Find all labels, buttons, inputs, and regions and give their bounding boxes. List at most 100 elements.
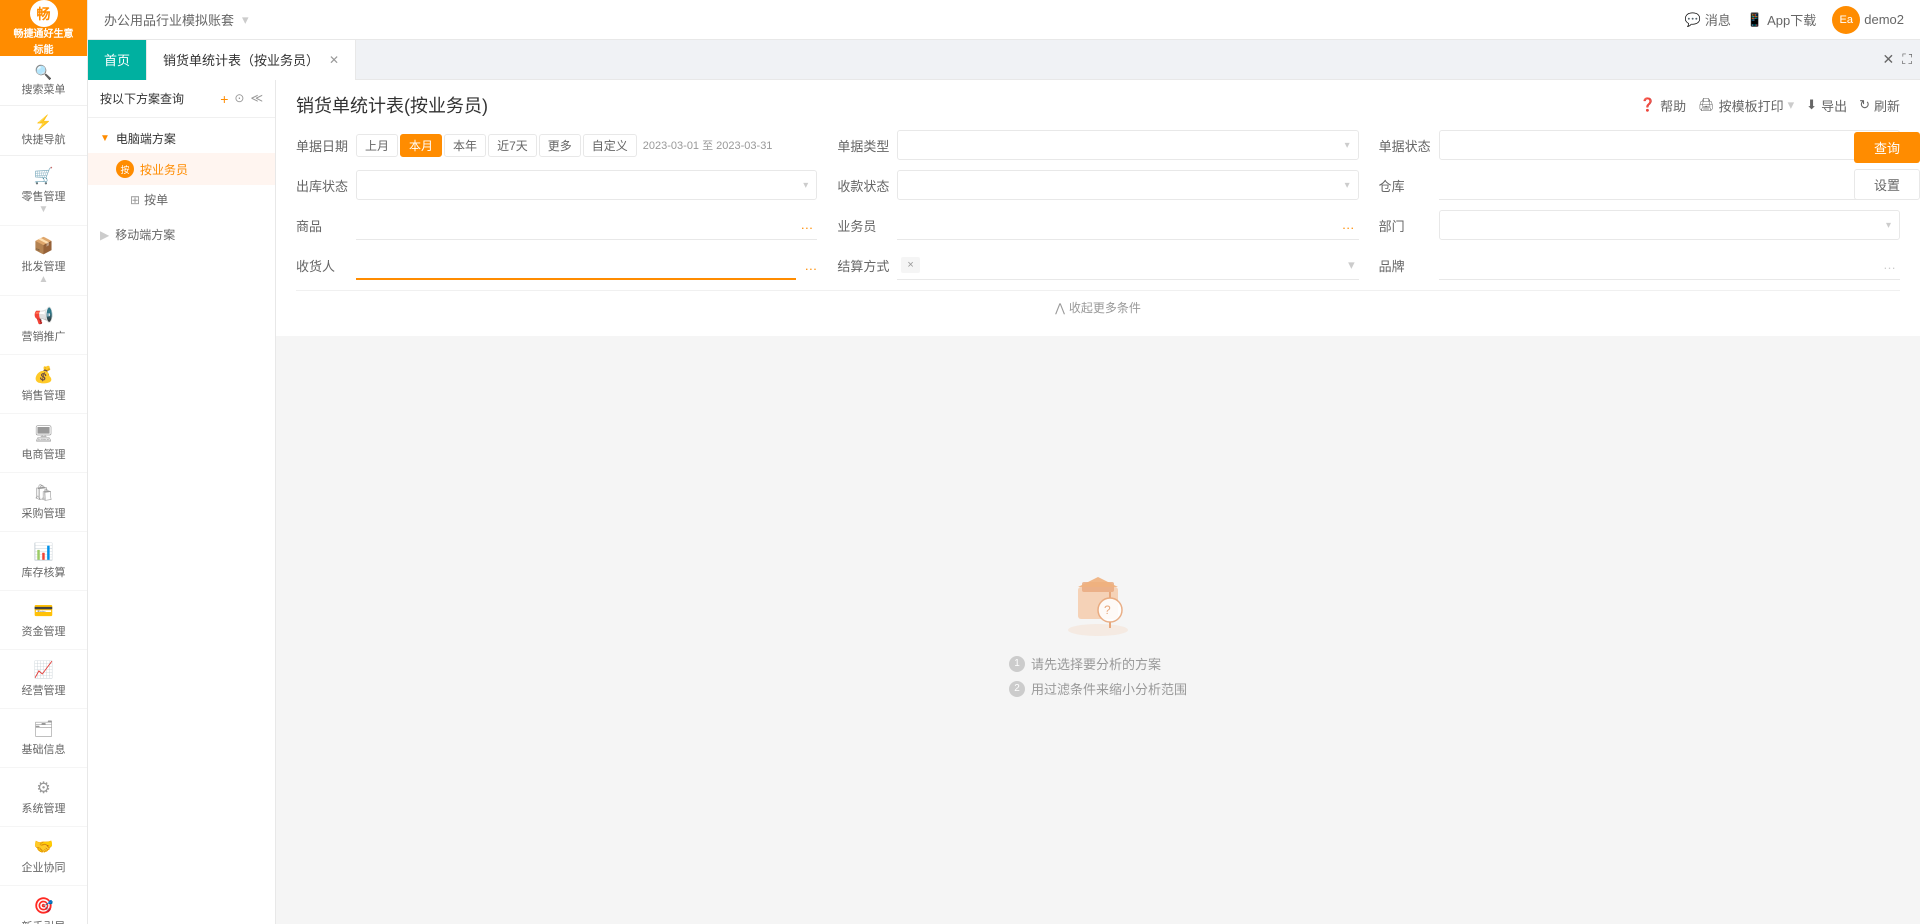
tab-bar-right: ✕ ⛶ (1882, 51, 1920, 68)
system-icon: ⚙ (36, 778, 50, 798)
sidebar-item-sales-label: 销售管理 (22, 387, 66, 403)
sidebar-item-finance[interactable]: 💳 资金管理 (0, 591, 87, 650)
collapse-panel-btn[interactable]: ≪ (250, 91, 263, 107)
desktop-group-label: 电脑端方案 (116, 130, 176, 147)
dept-label: 部门 (1379, 216, 1431, 235)
receiver-filter-cell: 收货人 … (296, 250, 817, 280)
date-this-year-btn[interactable]: 本年 (444, 134, 486, 157)
receiver-dots[interactable]: … (804, 258, 817, 273)
date-label: 单据日期 (296, 136, 348, 155)
search-menu-item[interactable]: 🔍 搜索菜单 (0, 56, 87, 106)
goods-dots: … (800, 217, 813, 232)
print-btn[interactable]: 🖨 按模板打印 ▾ (1698, 96, 1794, 115)
goods-select-area[interactable]: … (356, 210, 817, 240)
dept-select[interactable]: ▾ (1439, 210, 1900, 240)
query-action-area: 查询 设置 (1854, 80, 1920, 200)
logo-sub: 标能 (34, 41, 54, 56)
date-this-month-btn[interactable]: 本月 (400, 134, 442, 157)
sidebar-item-system[interactable]: ⚙ 系统管理 (0, 768, 87, 827)
staff-select-area[interactable]: … (897, 210, 1358, 240)
dept-chevron: ▾ (1886, 220, 1891, 231)
marketing-icon: 📢 (34, 306, 54, 326)
sidebar-item-purchase[interactable]: 🛍 采购管理 (0, 473, 87, 532)
sidebar-item-corp[interactable]: 🤝 企业协同 (0, 827, 87, 886)
sidebar-item-retail[interactable]: 🛒 零售管理 ▼ (0, 156, 87, 226)
query-btn[interactable]: 查询 (1854, 132, 1920, 163)
plan-by-staff-label: 按业务员 (140, 161, 188, 178)
outbound-filter-cell: 出库状态 ▾ (296, 170, 817, 200)
sidebar-item-inventory[interactable]: 📊 库存核算 (0, 532, 87, 591)
empty-tip-1: 1 请先选择要分析的方案 (1009, 654, 1187, 673)
breadcrumb-area: 办公用品行业模拟账套 ▾ (104, 10, 249, 29)
empty-state-area: ? 1 请先选择要分析的方案 2 用过滤条件来缩小分析范围 (276, 336, 1920, 924)
receiver-input[interactable] (356, 250, 796, 280)
plan-item-by-staff[interactable]: 按 按业务员 (88, 153, 275, 185)
left-panel-header: 按以下方案查询 + ⊙ ≪ (88, 80, 275, 118)
sub-icon: ⊞ (130, 193, 140, 207)
tab-home-label: 首页 (104, 50, 130, 69)
payment-method-chevron[interactable]: ▾ (1348, 257, 1355, 273)
plan-group-mobile[interactable]: ▶ 移动端方案 (88, 220, 275, 249)
sidebar-item-guide[interactable]: 🎯 新手引导 (0, 886, 87, 924)
sidebar-item-ecommerce[interactable]: 🖥 电商管理 (0, 414, 87, 473)
sidebar-item-purchase-label: 采购管理 (22, 505, 66, 521)
brand-select-area[interactable]: … (1439, 250, 1900, 280)
date-filter-cell: 单据日期 上月 本月 本年 近7天 更多 自定义 2023-03-01 至 20… (296, 134, 817, 157)
plan-group-desktop-header[interactable]: ▼ 电脑端方案 (88, 124, 275, 153)
tip-num-1: 1 (1009, 656, 1025, 672)
export-icon: ⬇ (1806, 97, 1817, 113)
date-custom-btn[interactable]: 自定义 (583, 134, 637, 157)
sidebar-item-wholesale[interactable]: 📦 批发管理 ▲ (0, 226, 87, 296)
empty-tips: 1 请先选择要分析的方案 2 用过滤条件来缩小分析范围 (1009, 654, 1187, 698)
tab-home[interactable]: 首页 (88, 40, 147, 80)
sidebar-item-sales[interactable]: 💰 销售管理 (0, 355, 87, 414)
brand-dots: … (1883, 257, 1896, 272)
edit-plan-btn[interactable]: ⊙ (234, 91, 244, 107)
payment-method-tag-close[interactable]: × (907, 259, 913, 271)
date-7days-btn[interactable]: 近7天 (488, 134, 537, 157)
outbound-select[interactable]: ▾ (356, 170, 817, 200)
user-area[interactable]: Ea demo2 (1832, 6, 1904, 34)
plan-sub-by-order[interactable]: ⊞ 按单 (88, 185, 275, 214)
main-area: 办公用品行业模拟账套 ▾ 💬 消息 📱 App下载 Ea demo2 首页 (88, 0, 1920, 924)
sidebar: 畅 畅捷通好生意 标能 🔍 搜索菜单 ⚡ 快捷导航 🛒 零售管理 ▼ 📦 批发管… (0, 0, 88, 924)
tab-sales-stat[interactable]: 销货单统计表（按业务员） ✕ (147, 40, 356, 80)
quick-nav-item[interactable]: ⚡ 快捷导航 (0, 106, 87, 156)
add-plan-btn[interactable]: + (220, 91, 228, 107)
sidebar-item-corp-label: 企业协同 (22, 859, 66, 875)
order-status-label: 单据状态 (1379, 136, 1431, 155)
breadcrumb-arrow: ▾ (242, 12, 249, 28)
staff-filter-cell: 业务员 … (837, 210, 1358, 240)
settings-btn[interactable]: 设置 (1854, 169, 1920, 200)
basic-icon: 🗂 (33, 719, 53, 739)
export-btn[interactable]: ⬇ 导出 (1806, 96, 1847, 115)
quick-nav-label: 快捷导航 (0, 131, 87, 147)
print-label: 按模板打印 (1719, 96, 1784, 115)
tab-expand-btn[interactable]: ⛶ (1902, 51, 1912, 68)
tab-close-all-btn[interactable]: ✕ (1882, 51, 1894, 68)
tab-close-icon[interactable]: ✕ (329, 53, 339, 67)
payment-status-select[interactable]: ▾ (897, 170, 1358, 200)
message-btn[interactable]: 💬 消息 (1685, 10, 1731, 29)
sidebar-item-basic[interactable]: 🗂 基础信息 (0, 709, 87, 768)
left-panel-actions: + ⊙ ≪ (220, 91, 263, 107)
sidebar-item-operation[interactable]: 📈 经营管理 (0, 650, 87, 709)
app-logo[interactable]: 畅 畅捷通好生意 标能 (0, 0, 88, 56)
order-type-select[interactable]: ▾ (897, 130, 1358, 160)
date-last-month-btn[interactable]: 上月 (356, 134, 398, 157)
app-download-btn[interactable]: 📱 App下载 (1747, 10, 1816, 29)
payment-method-label: 结算方式 (837, 256, 889, 275)
retail-arrow: ▼ (39, 204, 49, 215)
left-panel-title: 按以下方案查询 (100, 90, 184, 107)
order-status-filter-cell: 单据状态 ▾ (1379, 130, 1900, 160)
help-btn[interactable]: ❓ 帮助 (1640, 96, 1686, 115)
date-more-btn[interactable]: 更多 (539, 134, 581, 157)
sidebar-item-marketing[interactable]: 📢 营销推广 (0, 296, 87, 355)
order-status-select[interactable]: ▾ (1439, 130, 1900, 160)
operation-icon: 📈 (34, 660, 54, 680)
collapse-filters-btn[interactable]: ⋀ 收起更多条件 (296, 290, 1900, 324)
date-buttons: 上月 本月 本年 近7天 更多 自定义 2023-03-01 至 2023-03… (356, 134, 817, 157)
order-type-chevron: ▾ (1345, 140, 1350, 151)
collapse-label: 收起更多条件 (1069, 299, 1141, 316)
warehouse-select-area[interactable]: … (1439, 170, 1900, 200)
